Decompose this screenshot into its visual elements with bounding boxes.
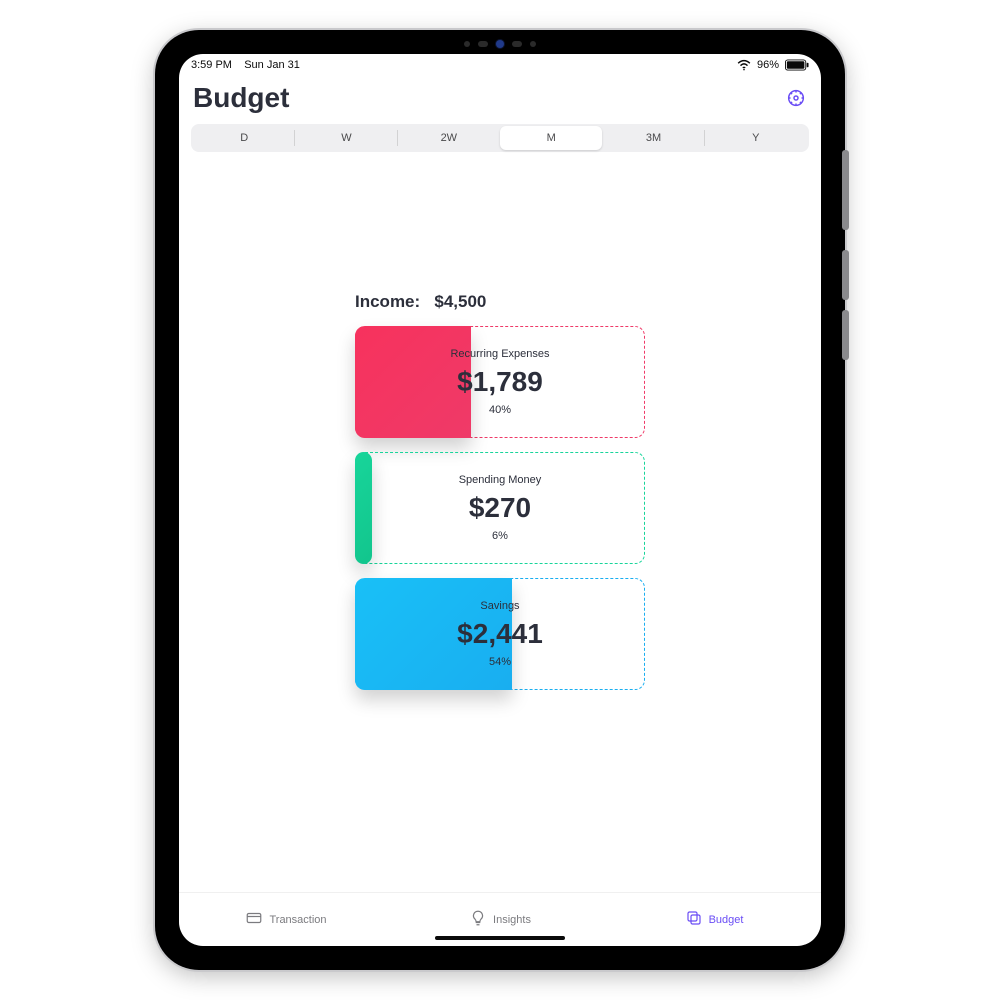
status-date: Sun Jan 31 [244, 59, 300, 71]
status-right: 96% [737, 59, 809, 71]
device-volume-up [842, 250, 849, 300]
card-amount: $2,441 [457, 618, 543, 650]
wifi-icon [737, 59, 751, 71]
period-3month[interactable]: 3M [602, 126, 704, 150]
card-percent: 54% [489, 656, 511, 668]
period-week[interactable]: W [295, 126, 397, 150]
gear-icon [785, 87, 807, 109]
battery-percent: 96% [757, 59, 779, 71]
status-time: 3:59 PM [191, 59, 232, 71]
status-left: 3:59 PM Sun Jan 31 [191, 59, 300, 71]
income-label: Income: [355, 292, 420, 311]
tab-label: Transaction [269, 914, 326, 926]
period-segmented-control: D W 2W M 3M Y [191, 124, 809, 152]
card-fill [355, 452, 372, 564]
lightbulb-icon [469, 909, 487, 930]
device-sensors [464, 40, 536, 48]
device-power-button [842, 150, 849, 230]
tab-transaction[interactable]: Transaction [179, 909, 393, 930]
income-row: Income: $4,500 [355, 292, 645, 312]
home-indicator[interactable] [435, 936, 565, 940]
card-savings[interactable]: Savings $2,441 54% [355, 578, 645, 690]
card-title: Spending Money [459, 474, 542, 486]
device-volume-down [842, 310, 849, 360]
card-percent: 40% [489, 404, 511, 416]
card-icon [245, 909, 263, 930]
screen: 3:59 PM Sun Jan 31 96% [179, 54, 821, 946]
card-percent: 6% [492, 530, 508, 542]
tab-label: Budget [709, 914, 744, 926]
stack-icon [685, 909, 703, 930]
tab-insights[interactable]: Insights [393, 909, 607, 930]
content: Income: $4,500 Recurring Expenses $1,789… [179, 152, 821, 892]
period-month[interactable]: M [500, 126, 602, 150]
tab-budget[interactable]: Budget [607, 909, 821, 930]
card-amount: $1,789 [457, 366, 543, 398]
period-year[interactable]: Y [705, 126, 807, 150]
status-bar: 3:59 PM Sun Jan 31 96% [179, 54, 821, 76]
card-recurring-expenses[interactable]: Recurring Expenses $1,789 40% [355, 326, 645, 438]
card-title: Recurring Expenses [450, 348, 549, 360]
settings-button[interactable] [785, 87, 807, 109]
page-title: Budget [193, 82, 289, 114]
card-spending-money[interactable]: Spending Money $270 6% [355, 452, 645, 564]
card-amount: $270 [469, 492, 531, 524]
period-2week[interactable]: 2W [398, 126, 500, 150]
tab-label: Insights [493, 914, 531, 926]
income-amount: $4,500 [434, 292, 486, 311]
ipad-frame: 3:59 PM Sun Jan 31 96% [155, 30, 845, 970]
card-fill [355, 326, 471, 438]
header: Budget [179, 76, 821, 124]
card-title: Savings [480, 600, 519, 612]
period-day[interactable]: D [193, 126, 295, 150]
battery-icon [785, 59, 809, 71]
